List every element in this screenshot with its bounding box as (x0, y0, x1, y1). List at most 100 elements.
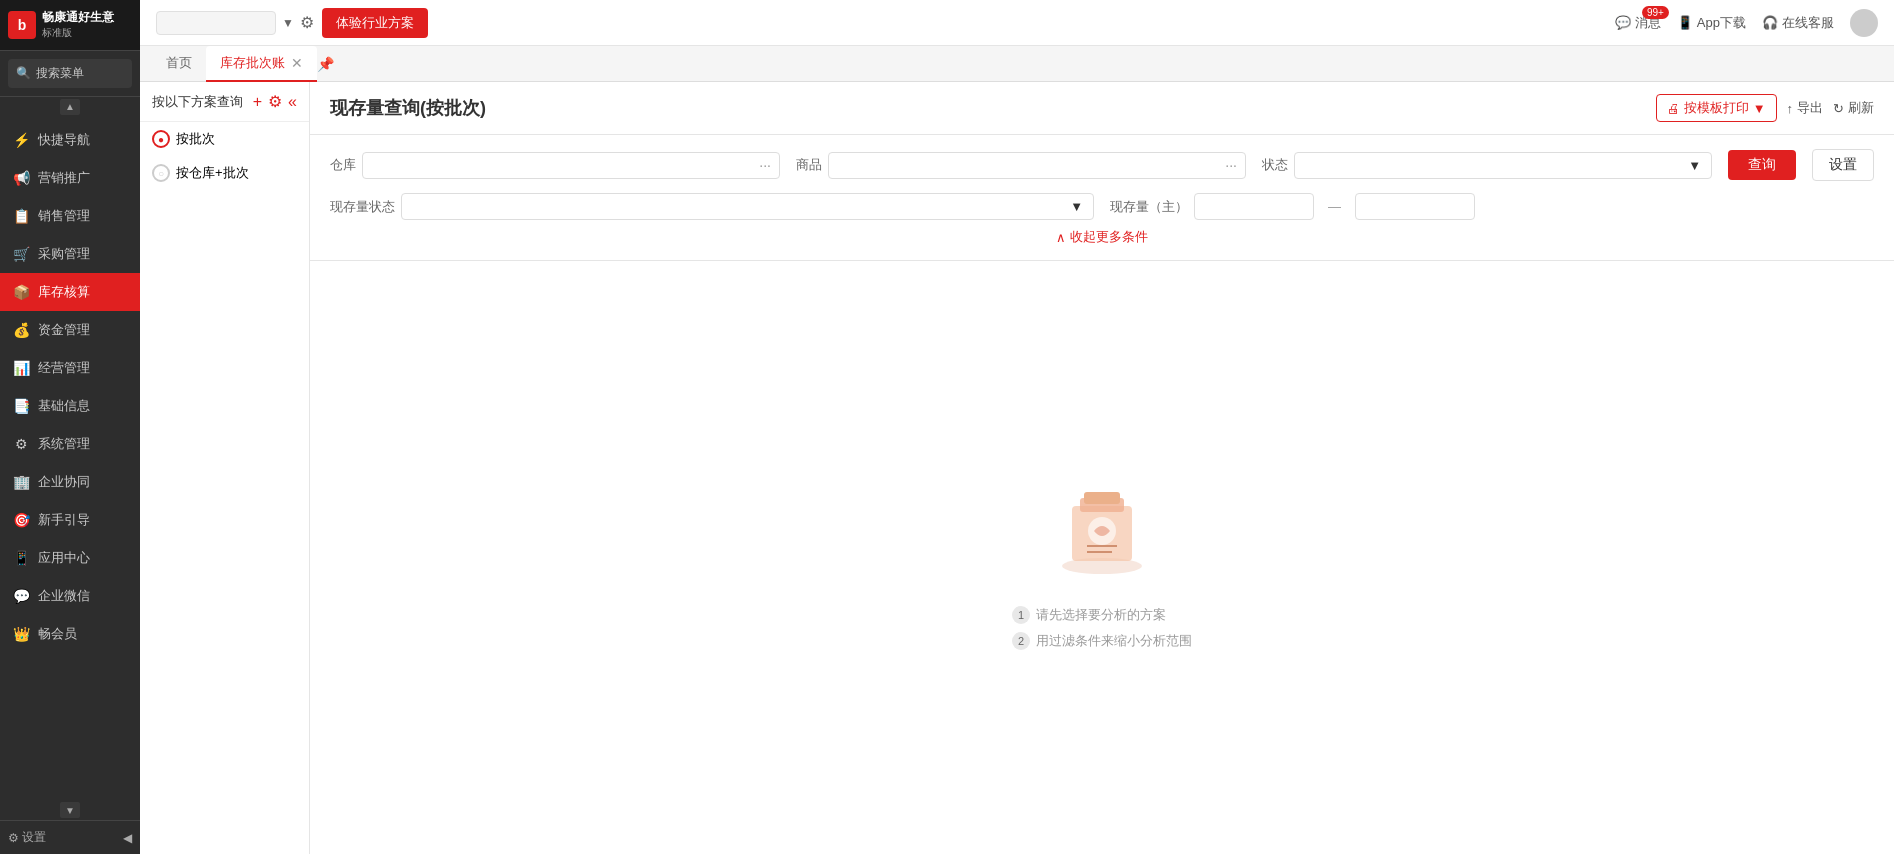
sidebar-item-label: 营销推广 (38, 169, 90, 187)
sidebar-settings-button[interactable]: ⚙ 设置 (8, 829, 46, 846)
sidebar-item-label: 系统管理 (38, 435, 90, 453)
topbar-dropdown-button[interactable]: ▼ (282, 16, 294, 30)
sidebar-item-finance[interactable]: 💰 资金管理 (0, 311, 140, 349)
scroll-up-arrow[interactable]: ▲ (60, 99, 80, 115)
sidebar-collapse-button[interactable]: ◀ (123, 831, 132, 845)
product-more-button[interactable]: ··· (1217, 157, 1245, 173)
sidebar-item-label: 企业协同 (38, 473, 90, 491)
sidebar-item-quick-nav[interactable]: ⚡ 快捷导航 (0, 121, 140, 159)
refresh-button[interactable]: ↻ 刷新 (1833, 99, 1874, 117)
message-icon: 💬 (1615, 15, 1631, 30)
tab-close-icon[interactable]: ✕ (291, 55, 303, 71)
sidebar-item-inventory[interactable]: 📦 库存核算 (0, 273, 140, 311)
sidebar-item-label: 快捷导航 (38, 131, 90, 149)
sidebar-item-system[interactable]: ⚙ 系统管理 (0, 425, 140, 463)
online-service-button[interactable]: 🎧 在线客服 (1762, 14, 1834, 32)
add-scheme-button[interactable]: + (253, 92, 262, 111)
sidebar-item-basic-info[interactable]: 📑 基础信息 (0, 387, 140, 425)
sidebar-item-purchase[interactable]: 🛒 采购管理 (0, 235, 140, 273)
scroll-down-arrow[interactable]: ▼ (60, 802, 80, 818)
topbar-search-input[interactable] (156, 11, 276, 35)
page-header: 现存量查询(按批次) 🖨 按模板打印 ▼ ↑ 导出 ↻ 刷新 (310, 82, 1894, 135)
product-input[interactable] (829, 153, 1217, 178)
warehouse-label: 仓库 (330, 156, 356, 174)
range-dash: — (1320, 199, 1349, 214)
stock-quantity-min-input[interactable] (1194, 193, 1314, 220)
enterprise-icon: 🏢 (12, 473, 30, 491)
tab-inventory-batch[interactable]: 库存批次账 ✕ (206, 46, 317, 82)
add-icon: + (253, 93, 262, 110)
sidebar-item-label: 新手引导 (38, 511, 90, 529)
warehouse-more-button[interactable]: ··· (751, 157, 779, 173)
stock-status-dropdown[interactable]: ▼ (401, 193, 1094, 220)
sidebar-item-sales[interactable]: 📋 销售管理 (0, 197, 140, 235)
filter-row-2: 现存量状态 ▼ 现存量（主） — (330, 193, 1874, 220)
settings-button[interactable]: 设置 (1812, 149, 1874, 181)
status-dropdown[interactable]: ▼ (1294, 152, 1712, 179)
scheme-settings-button[interactable]: ⚙ (268, 92, 282, 111)
sidebar-item-enterprise[interactable]: 🏢 企业协同 (0, 463, 140, 501)
sales-icon: 📋 (12, 207, 30, 225)
print-button[interactable]: 🖨 按模板打印 ▼ (1656, 94, 1777, 122)
left-panel-collapse-button[interactable]: « (288, 92, 297, 111)
sidebar-item-members[interactable]: 👑 畅会员 (0, 615, 140, 653)
empty-state: 1 请先选择要分析的方案 2 用过滤条件来缩小分析范围 (310, 261, 1894, 854)
tip-number: 2 (1012, 632, 1030, 650)
app-download-label: App下载 (1697, 14, 1746, 32)
quick-nav-icon: ⚡ (12, 131, 30, 149)
sidebar-item-new-guide[interactable]: 🎯 新手引导 (0, 501, 140, 539)
service-icon: 🎧 (1762, 15, 1778, 30)
export-button[interactable]: ↑ 导出 (1787, 99, 1824, 117)
scheme-item-by-batch[interactable]: ● 按批次 (140, 122, 309, 156)
scheme-label: 按批次 (176, 130, 215, 148)
sidebar-logo: b (8, 11, 36, 39)
sidebar-item-label: 资金管理 (38, 321, 90, 339)
dropdown-icon: ▼ (1070, 199, 1083, 214)
topbar-right: 💬 消息 99+ 📱 App下载 🎧 在线客服 (1615, 9, 1878, 37)
tip-text: 请先选择要分析的方案 (1036, 606, 1166, 624)
online-service-label: 在线客服 (1782, 14, 1834, 32)
stock-status-filter-group: 现存量状态 ▼ (330, 193, 1094, 220)
sidebar-search-button[interactable]: 🔍 搜索菜单 (8, 59, 132, 88)
query-button[interactable]: 查询 (1728, 150, 1796, 180)
stock-quantity-filter-group: 现存量（主） — (1110, 193, 1874, 220)
sidebar-item-operations[interactable]: 📊 经营管理 (0, 349, 140, 387)
system-icon: ⚙ (12, 435, 30, 453)
collapse-label: ◀ (123, 831, 132, 845)
tab-pin-button[interactable]: 📌 (317, 56, 334, 72)
tab-home[interactable]: 首页 (152, 46, 206, 82)
sidebar-header-text: 畅康通好生意 标准版 (42, 10, 114, 40)
settings-icon: ⚙ (8, 831, 19, 845)
scheme-item-by-warehouse-batch[interactable]: ○ 按仓库+批次 (140, 156, 309, 190)
sidebar-item-label: 畅会员 (38, 625, 77, 643)
settings-icon: ⚙ (268, 93, 282, 110)
stock-quantity-max-input[interactable] (1355, 193, 1475, 220)
warehouse-filter-group: 仓库 ··· (330, 152, 780, 179)
collapse-button[interactable]: ∧ 收起更多条件 (330, 228, 1874, 246)
operations-icon: 📊 (12, 359, 30, 377)
finance-icon: 💰 (12, 321, 30, 339)
topbar-gear-button[interactable]: ⚙ (300, 13, 314, 32)
stock-quantity-label: 现存量（主） (1110, 198, 1188, 216)
topbar: ▼ ⚙ 体验行业方案 💬 消息 99+ 📱 App下载 🎧 在线客服 (140, 0, 1894, 46)
sidebar: b 畅康通好生意 标准版 🔍 搜索菜单 ▲ ⚡ 快捷导航 📢 营销推广 📋 销售… (0, 0, 140, 854)
sidebar-item-label: 库存核算 (38, 283, 90, 301)
warehouse-input[interactable] (363, 153, 751, 178)
sidebar-item-label: 基础信息 (38, 397, 90, 415)
tip-number: 1 (1012, 606, 1030, 624)
product-label: 商品 (796, 156, 822, 174)
messages-button[interactable]: 💬 消息 99+ (1615, 14, 1661, 32)
left-panel-header: 按以下方案查询 + ⚙ « (140, 82, 309, 122)
search-icon: 🔍 (16, 66, 31, 80)
product-input-container: ··· (828, 152, 1246, 179)
sidebar-item-marketing[interactable]: 📢 营销推广 (0, 159, 140, 197)
sidebar-item-label: 采购管理 (38, 245, 90, 263)
sidebar-item-app-center[interactable]: 📱 应用中心 (0, 539, 140, 577)
user-avatar[interactable] (1850, 9, 1878, 37)
sidebar-item-enterprise-wechat[interactable]: 💬 企业微信 (0, 577, 140, 615)
export-label: 导出 (1797, 99, 1823, 117)
trial-button[interactable]: 体验行业方案 (322, 8, 428, 38)
tab-label: 库存批次账 (220, 54, 285, 72)
sidebar-item-label: 经营管理 (38, 359, 90, 377)
app-download-button[interactable]: 📱 App下载 (1677, 14, 1746, 32)
